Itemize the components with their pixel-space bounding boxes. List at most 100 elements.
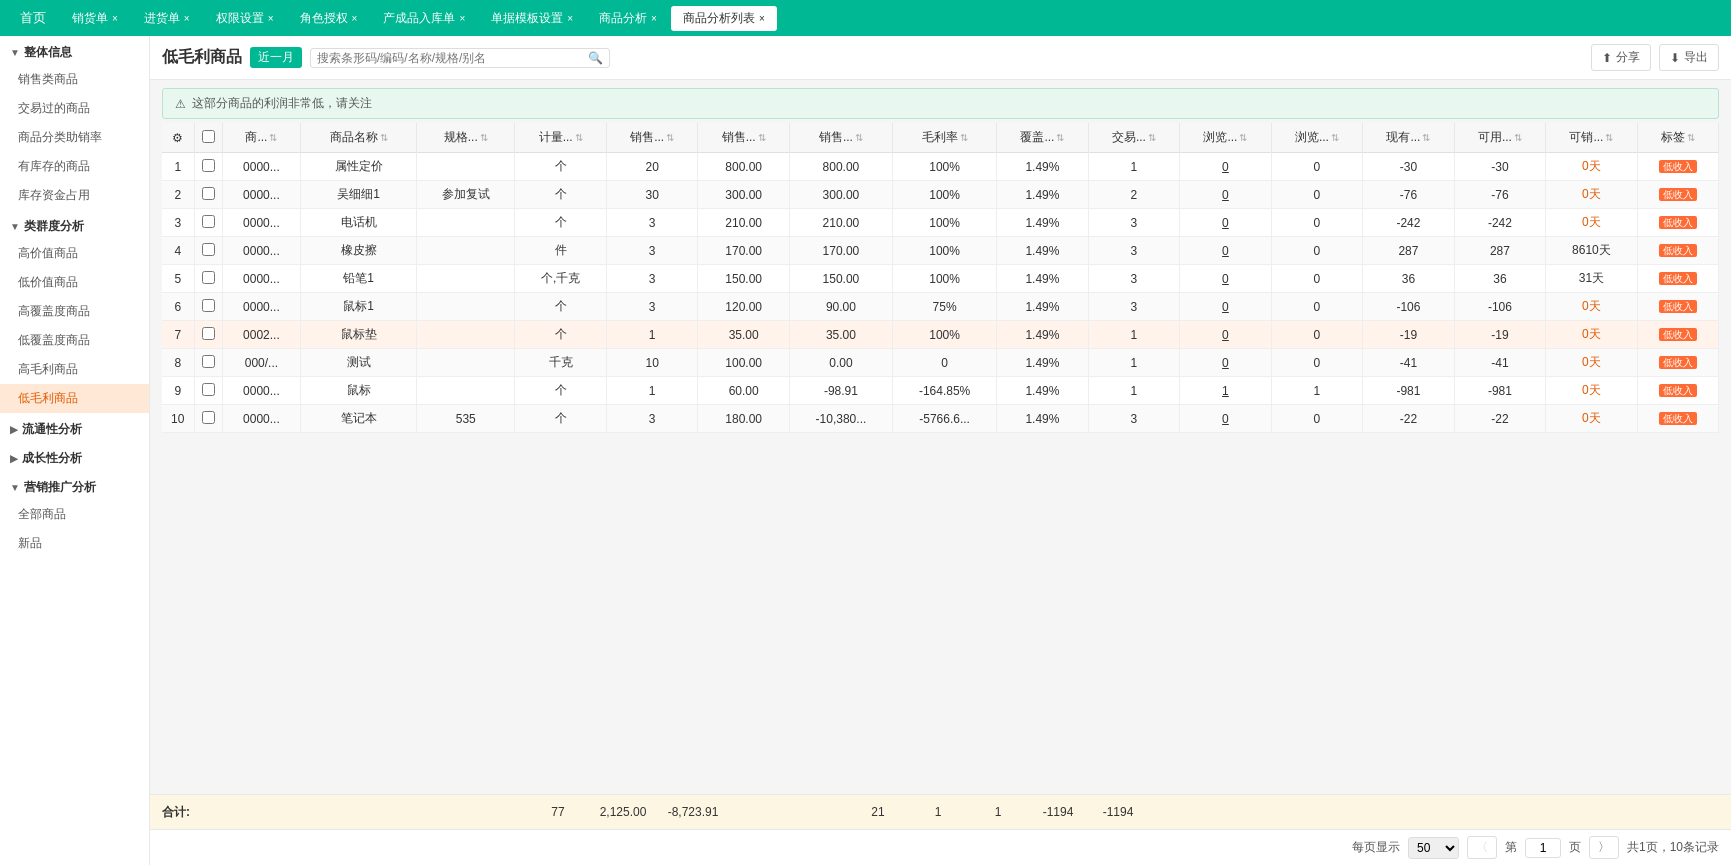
- nav-permissions-close[interactable]: ×: [268, 13, 274, 24]
- col-sale-profit[interactable]: 销售...⇅: [789, 123, 892, 153]
- nav-permissions[interactable]: 权限设置 ×: [204, 6, 286, 31]
- nav-sales-close[interactable]: ×: [112, 13, 118, 24]
- col-browse2[interactable]: 浏览...⇅: [1271, 123, 1363, 153]
- row-checkbox[interactable]: [194, 321, 222, 349]
- sidebar-item-new-products[interactable]: 新品: [0, 529, 149, 558]
- col-browse1[interactable]: 浏览...⇅: [1180, 123, 1272, 153]
- row-checkbox[interactable]: [194, 349, 222, 377]
- sidebar-item-low-value[interactable]: 低价值商品: [0, 268, 149, 297]
- nav-purchase-close[interactable]: ×: [184, 13, 190, 24]
- share-button[interactable]: ⬆ 分享: [1591, 44, 1651, 71]
- search-input[interactable]: [317, 51, 584, 65]
- col-saleable-days[interactable]: 可销...⇅: [1546, 123, 1638, 153]
- row-checkbox[interactable]: [194, 209, 222, 237]
- sidebar-item-sales-products[interactable]: 销售类商品: [0, 65, 149, 94]
- col-sale-qty[interactable]: 销售...⇅: [606, 123, 698, 153]
- nav-product-entry[interactable]: 产成品入库单 ×: [371, 6, 477, 31]
- nav-product-entry-close[interactable]: ×: [459, 13, 465, 24]
- sidebar-item-all-products[interactable]: 全部商品: [0, 500, 149, 529]
- row-current-stock: -981: [1363, 377, 1455, 405]
- sidebar-item-low-coverage[interactable]: 低覆盖度商品: [0, 326, 149, 355]
- row-sale-qty: 1: [606, 377, 698, 405]
- row-checkbox[interactable]: [194, 377, 222, 405]
- sidebar-section-marketing[interactable]: ▼ 营销推广分析: [0, 471, 149, 500]
- sort-icon-saleable-days: ⇅: [1605, 132, 1613, 143]
- summary-current-stock: -1194: [1028, 801, 1088, 823]
- col-trade[interactable]: 交易...⇅: [1088, 123, 1180, 153]
- row-trade: 1: [1088, 153, 1180, 181]
- row-checkbox[interactable]: [194, 237, 222, 265]
- nav-product-analysis[interactable]: 商品分析 ×: [587, 6, 669, 31]
- next-page-button[interactable]: 〉: [1589, 836, 1619, 859]
- settings-icon[interactable]: ⚙: [172, 131, 183, 145]
- row-browse1[interactable]: 0: [1180, 321, 1272, 349]
- row-checkbox[interactable]: [194, 181, 222, 209]
- row-browse1[interactable]: 0: [1180, 293, 1272, 321]
- row-browse1[interactable]: 1: [1180, 377, 1272, 405]
- data-table-container[interactable]: ⚙ 商...⇅ 商品名称⇅ 规格...⇅ 计量...⇅ 销售...⇅ 销售...…: [162, 123, 1719, 790]
- col-checkbox[interactable]: [194, 123, 222, 153]
- nav-product-analysis-close[interactable]: ×: [651, 13, 657, 24]
- sidebar-section-overview[interactable]: ▼ 整体信息: [0, 36, 149, 65]
- nav-roles[interactable]: 角色授权 ×: [288, 6, 370, 31]
- nav-purchase[interactable]: 进货单 ×: [132, 6, 202, 31]
- sidebar-item-low-margin[interactable]: 低毛利商品: [0, 384, 149, 413]
- col-available-stock[interactable]: 可用...⇅: [1454, 123, 1546, 153]
- sidebar-item-high-coverage[interactable]: 高覆盖度商品: [0, 297, 149, 326]
- row-sale-price: 210.00: [698, 209, 790, 237]
- col-unit[interactable]: 计量...⇅: [515, 123, 607, 153]
- row-checkbox[interactable]: [194, 153, 222, 181]
- select-all-checkbox[interactable]: [202, 130, 215, 143]
- col-profit-rate[interactable]: 毛利率⇅: [892, 123, 996, 153]
- prev-page-button[interactable]: 〈: [1467, 836, 1497, 859]
- nav-roles-close[interactable]: ×: [352, 13, 358, 24]
- row-browse1[interactable]: 0: [1180, 181, 1272, 209]
- nav-product-analysis-list-close[interactable]: ×: [759, 13, 765, 24]
- sidebar-item-traded-products[interactable]: 交易过的商品: [0, 94, 149, 123]
- row-checkbox[interactable]: [194, 293, 222, 321]
- nav-template-close[interactable]: ×: [567, 13, 573, 24]
- sidebar-section-growth[interactable]: ▶ 成长性分析: [0, 442, 149, 471]
- sidebar-item-high-value[interactable]: 高价值商品: [0, 239, 149, 268]
- sidebar-arrow-marketing: ▼: [10, 482, 20, 493]
- col-code[interactable]: 商...⇅: [222, 123, 301, 153]
- row-checkbox[interactable]: [194, 265, 222, 293]
- summary-trade: 21: [848, 801, 908, 823]
- col-coverage[interactable]: 覆盖...⇅: [997, 123, 1089, 153]
- col-current-stock[interactable]: 现有...⇅: [1363, 123, 1455, 153]
- col-name[interactable]: 商品名称⇅: [301, 123, 417, 153]
- nav-sales[interactable]: 销货单 ×: [60, 6, 130, 31]
- col-spec[interactable]: 规格...⇅: [417, 123, 515, 153]
- page-number-input[interactable]: [1525, 838, 1561, 858]
- row-no: 2: [162, 181, 194, 209]
- nav-home[interactable]: 首页: [8, 5, 58, 31]
- sort-icon-tag: ⇅: [1687, 132, 1695, 143]
- sidebar-item-in-stock-products[interactable]: 有库存的商品: [0, 152, 149, 181]
- row-checkbox[interactable]: [194, 405, 222, 433]
- col-sale-price[interactable]: 销售...⇅: [698, 123, 790, 153]
- row-browse1[interactable]: 0: [1180, 265, 1272, 293]
- col-settings[interactable]: ⚙: [162, 123, 194, 153]
- col-tag[interactable]: 标签⇅: [1637, 123, 1718, 153]
- sidebar-section-cluster[interactable]: ▼ 类群度分析: [0, 210, 149, 239]
- row-browse1[interactable]: 0: [1180, 237, 1272, 265]
- nav-template[interactable]: 单据模板设置 ×: [479, 6, 585, 31]
- row-browse2: 0: [1271, 321, 1363, 349]
- sidebar-arrow-overview: ▼: [10, 47, 20, 58]
- row-tag: 低收入: [1637, 237, 1718, 265]
- sidebar-item-high-margin[interactable]: 高毛利商品: [0, 355, 149, 384]
- nav-product-analysis-list[interactable]: 商品分析列表 ×: [671, 6, 777, 31]
- search-icon[interactable]: 🔍: [588, 51, 603, 65]
- row-browse1[interactable]: 0: [1180, 349, 1272, 377]
- page-size-select[interactable]: 50 100 200: [1408, 837, 1459, 859]
- row-browse1[interactable]: 0: [1180, 405, 1272, 433]
- date-filter-button[interactable]: 近一月: [250, 47, 302, 68]
- row-browse1[interactable]: 0: [1180, 209, 1272, 237]
- sidebar-section-liquidity[interactable]: ▶ 流通性分析: [0, 413, 149, 442]
- export-button[interactable]: ⬇ 导出: [1659, 44, 1719, 71]
- row-profit-rate: 100%: [892, 237, 996, 265]
- row-browse1[interactable]: 0: [1180, 153, 1272, 181]
- sidebar-item-category-sales-rate[interactable]: 商品分类助销率: [0, 123, 149, 152]
- sidebar-item-stock-capital[interactable]: 库存资金占用: [0, 181, 149, 210]
- row-name: 铅笔1: [301, 265, 417, 293]
